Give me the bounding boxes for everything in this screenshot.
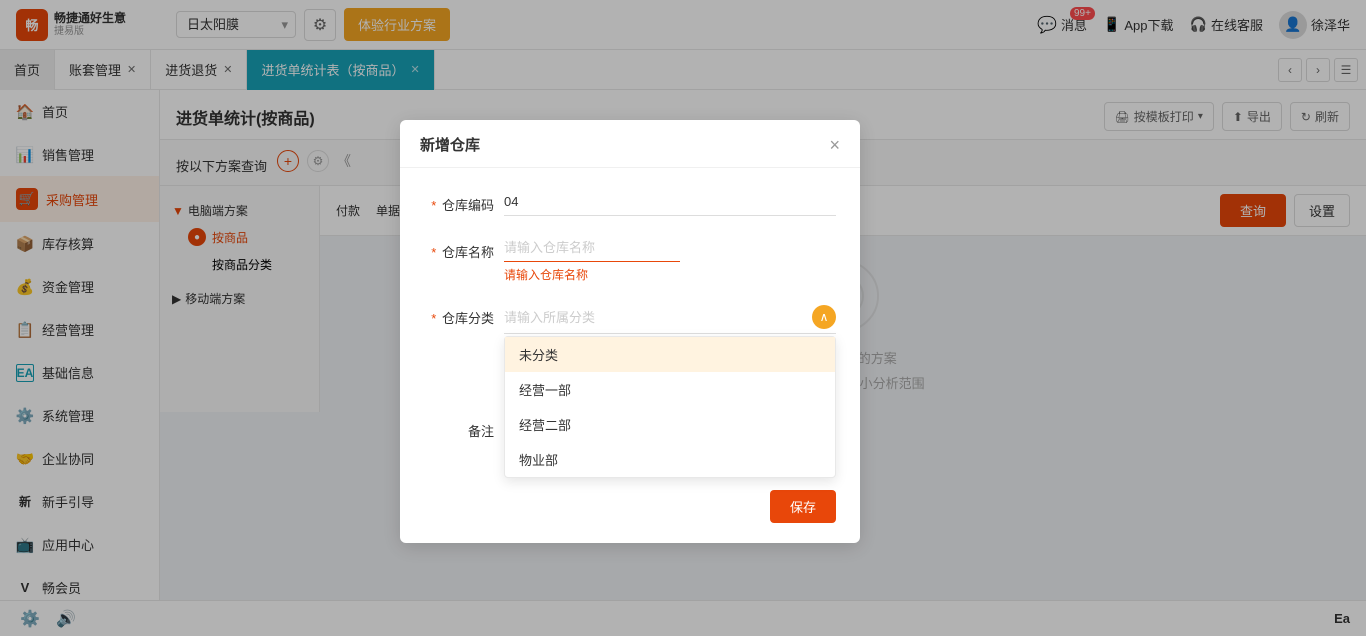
name-label: * 仓库名称	[424, 235, 494, 261]
form-row-code: * 仓库编码	[424, 188, 836, 216]
category-control-wrap: ∧ 未分类 经营一部 经营二部 物业部	[504, 301, 836, 334]
form-row-category: * 仓库分类 ∧ 未分类 经营一部 经营二部 物业部	[424, 301, 836, 334]
category-label: * 仓库分类	[424, 301, 494, 327]
category-arrow-button[interactable]: ∧	[812, 305, 836, 329]
form-row-name: * 仓库名称 请输入仓库名称	[424, 234, 836, 283]
new-warehouse-modal: 新增仓库 × * 仓库编码 * 仓库名称	[400, 120, 860, 543]
name-error-tip: 请输入仓库名称	[504, 268, 588, 282]
category-dropdown: 未分类 经营一部 经营二部 物业部	[504, 336, 836, 478]
code-input[interactable]	[504, 188, 836, 216]
dropdown-item-dept2[interactable]: 经营二部	[505, 407, 835, 442]
note-label: 备注	[424, 414, 494, 440]
name-input[interactable]	[504, 234, 680, 262]
modal-header: 新增仓库 ×	[400, 120, 860, 168]
save-button[interactable]: 保存	[770, 490, 836, 523]
modal-overlay: 新增仓库 × * 仓库编码 * 仓库名称	[0, 0, 1366, 636]
dropdown-item-dept3[interactable]: 物业部	[505, 442, 835, 477]
category-input-wrap: ∧	[504, 301, 836, 334]
dropdown-item-unclassified[interactable]: 未分类	[505, 337, 835, 372]
dropdown-item-dept1[interactable]: 经营一部	[505, 372, 835, 407]
modal-title: 新增仓库	[420, 134, 480, 155]
category-input[interactable]	[504, 310, 812, 325]
code-label: * 仓库编码	[424, 188, 494, 214]
modal-footer: 保存	[400, 480, 860, 543]
modal-close-button[interactable]: ×	[829, 136, 840, 154]
modal-body: * 仓库编码 * 仓库名称 请输入仓库名称	[400, 168, 860, 480]
